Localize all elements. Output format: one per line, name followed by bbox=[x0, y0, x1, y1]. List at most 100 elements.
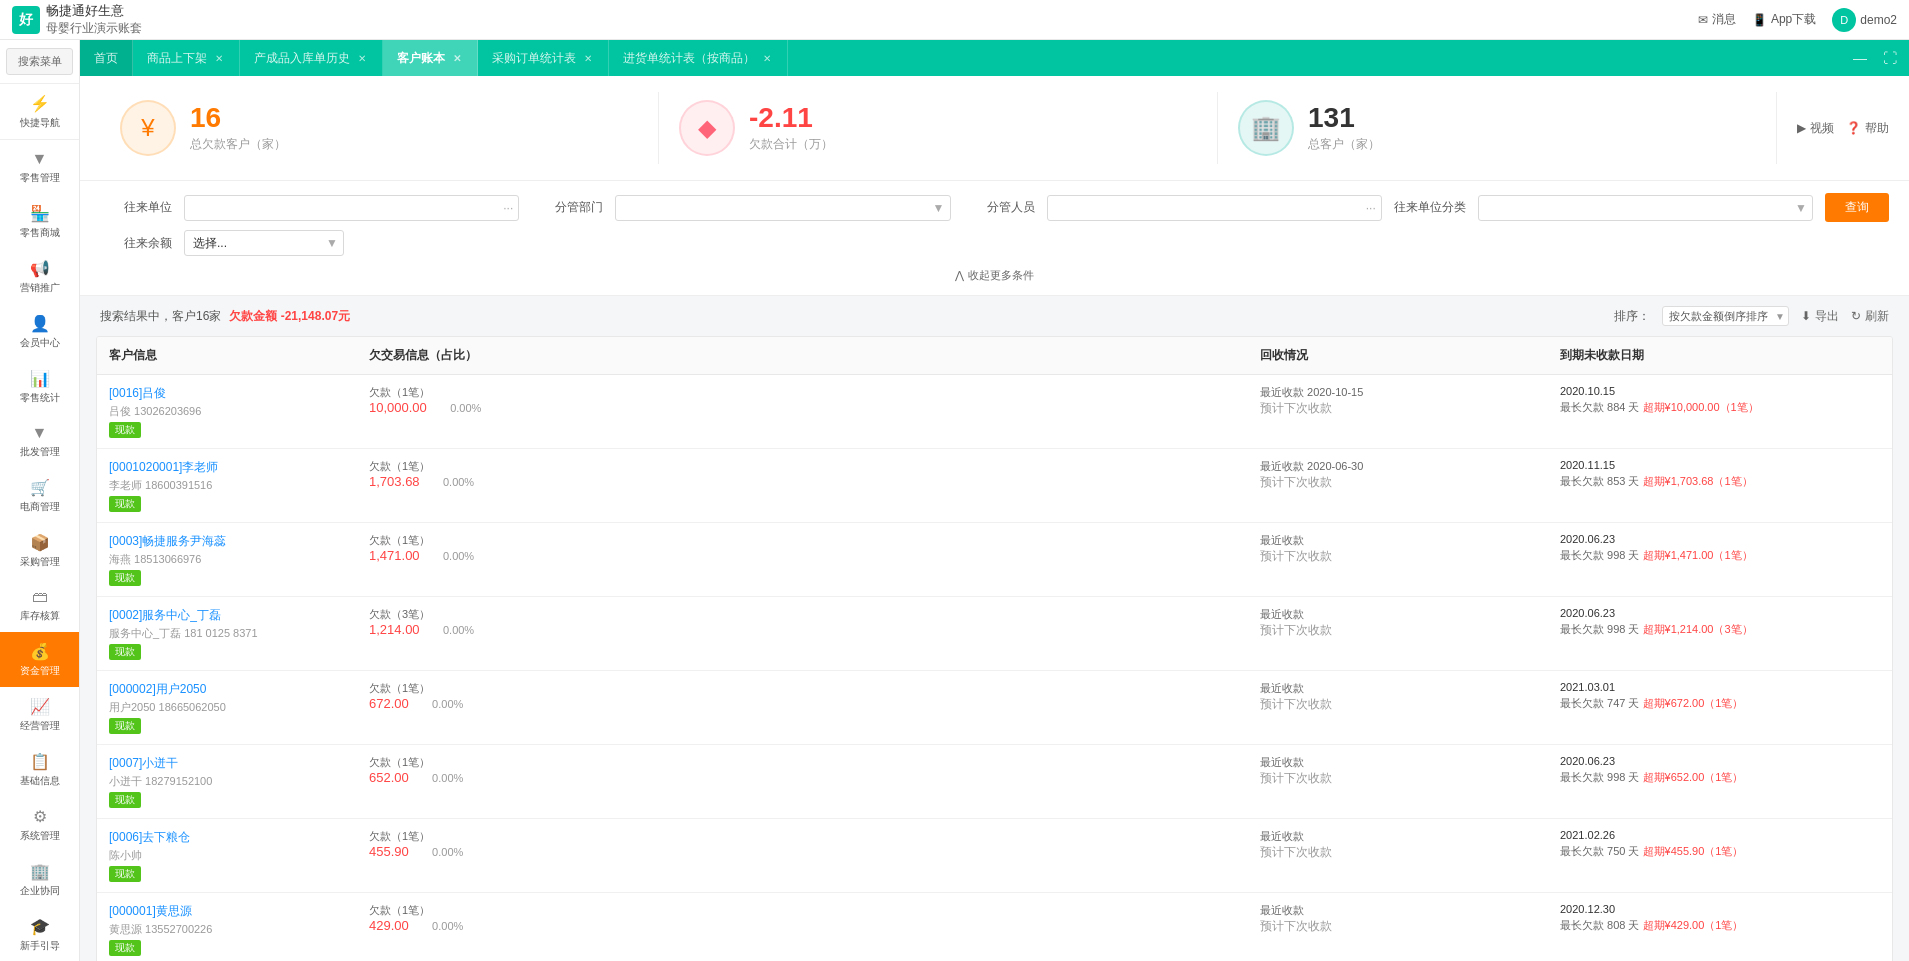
sidebar-item-basic[interactable]: 📋 基础信息 bbox=[0, 742, 79, 797]
filter-balance-label: 往来余额 bbox=[100, 235, 172, 252]
export-btn[interactable]: ⬇ 导出 bbox=[1801, 308, 1839, 325]
member-icon: 👤 bbox=[30, 314, 50, 333]
debt-amount-3[interactable]: 1,214.00 bbox=[369, 622, 420, 637]
refresh-btn[interactable]: ↻ 刷新 bbox=[1851, 308, 1889, 325]
filter-unit-category-label: 往来单位分类 bbox=[1394, 199, 1466, 216]
sidebar-item-purchase[interactable]: 📦 采购管理 bbox=[0, 523, 79, 578]
app-download-btn[interactable]: 📱 App下载 bbox=[1752, 11, 1816, 28]
tab-expand-btn[interactable]: ⛶ bbox=[1879, 46, 1901, 70]
sidebar-label-ops: 经营管理 bbox=[20, 719, 60, 732]
search-menu-btn[interactable]: 搜索菜单 bbox=[6, 48, 73, 75]
overdue-badge-1[interactable]: 超期¥1,703.68（1笔） bbox=[1643, 475, 1753, 487]
stat-item-debt-total: ◆ -2.11 欠款合计（万） bbox=[659, 92, 1218, 164]
video-btn[interactable]: ▶ 视频 bbox=[1797, 120, 1834, 137]
sidebar-item-corp[interactable]: 🏢 企业协同 bbox=[0, 852, 79, 907]
debt-amount-7[interactable]: 429.00 bbox=[369, 918, 409, 933]
overdue-days-3: 最长欠款 998 天 bbox=[1560, 623, 1643, 635]
tab-home[interactable]: 首页 bbox=[80, 40, 133, 76]
sidebar-label-inventory: 库存核算 bbox=[20, 609, 60, 622]
customer-name-7[interactable]: [000001]黄思源 bbox=[109, 903, 369, 920]
sidebar-item-quick-nav[interactable]: ⚡ 快捷导航 bbox=[0, 84, 79, 139]
quick-nav-icon: ⚡ bbox=[30, 94, 50, 113]
help-btn[interactable]: ❓ 帮助 bbox=[1846, 120, 1889, 137]
next-collection-2: 预计下次收款 bbox=[1260, 548, 1560, 565]
tab-stock-stats[interactable]: 进货单统计表（按商品）✕ bbox=[609, 40, 788, 76]
sidebar-item-ecom[interactable]: 🛒 电商管理 bbox=[0, 468, 79, 523]
sidebar-item-inventory[interactable]: 🗃 库存核算 bbox=[0, 578, 79, 632]
overdue-cell-2: 2020.06.23 最长欠款 998 天 超期¥1,471.00（1笔） bbox=[1560, 533, 1880, 563]
tab-label-product-history: 产成品入库单历史 bbox=[254, 50, 350, 67]
sidebar-item-ops[interactable]: 📈 经营管理 bbox=[0, 687, 79, 742]
customer-tag-7: 现款 bbox=[109, 940, 141, 956]
customer-name-1[interactable]: [0001020001]李老师 bbox=[109, 459, 369, 476]
filter-source-unit-input[interactable] bbox=[184, 195, 519, 221]
debt-amount-5[interactable]: 652.00 bbox=[369, 770, 409, 785]
overdue-badge-0[interactable]: 超期¥10,000.00（1笔） bbox=[1643, 401, 1759, 413]
customer-name-2[interactable]: [0003]畅捷服务尹海蕊 bbox=[109, 533, 369, 550]
filter-balance-select[interactable]: 选择... bbox=[184, 230, 344, 256]
top-bar-right: ✉ 消息 📱 App下载 D demo2 bbox=[1698, 8, 1897, 32]
sidebar-item-retail-mgmt[interactable]: ▼ 零售管理 bbox=[0, 140, 79, 194]
logo-text: 畅捷通好生意 bbox=[46, 2, 142, 20]
customer-name-0[interactable]: [0016]吕俊 bbox=[109, 385, 369, 402]
debt-amount-1[interactable]: 1,703.68 bbox=[369, 474, 420, 489]
sidebar-label-member: 会员中心 bbox=[20, 336, 60, 349]
search-button[interactable]: 查询 bbox=[1825, 193, 1889, 222]
customer-tag-5: 现款 bbox=[109, 792, 141, 808]
overdue-badge-3[interactable]: 超期¥1,214.00（3笔） bbox=[1643, 623, 1753, 635]
sort-select[interactable]: 按欠款金额倒序排序 bbox=[1662, 306, 1789, 326]
overdue-badge-6[interactable]: 超期¥455.90（1笔） bbox=[1643, 845, 1744, 857]
retail-mall-icon: 🏪 bbox=[30, 204, 50, 223]
debt-amount-0[interactable]: 10,000.00 bbox=[369, 400, 427, 415]
sidebar-item-retail-mall[interactable]: 🏪 零售商城 bbox=[0, 194, 79, 249]
tab-minimize-btn[interactable]: — bbox=[1849, 46, 1871, 70]
customer-sub-2: 海燕 18513066976 bbox=[109, 552, 369, 567]
overdue-badge-7[interactable]: 超期¥429.00（1笔） bbox=[1643, 919, 1744, 931]
tab-close-product-history[interactable]: ✕ bbox=[356, 51, 368, 66]
overdue-badge-2[interactable]: 超期¥1,471.00（1笔） bbox=[1643, 549, 1753, 561]
next-collection-3: 预计下次收款 bbox=[1260, 622, 1560, 639]
tab-close-customer-account[interactable]: ✕ bbox=[451, 51, 463, 66]
sidebar-item-batch-mgmt[interactable]: ▼ 批发管理 bbox=[0, 414, 79, 468]
sidebar-item-retail-stats[interactable]: 📊 零售统计 bbox=[0, 359, 79, 414]
customer-name-5[interactable]: [0007]小迸干 bbox=[109, 755, 369, 772]
table-container: 客户信息 欠交易信息（占比） 回收情况 到期未收款日期 [0016]吕俊 吕俊 … bbox=[96, 336, 1893, 961]
overdue-badge-4[interactable]: 超期¥672.00（1笔） bbox=[1643, 697, 1744, 709]
sidebar-item-marketing[interactable]: 📢 营销推广 bbox=[0, 249, 79, 304]
tab-close-product-offline[interactable]: ✕ bbox=[213, 51, 225, 66]
tab-purchase-order[interactable]: 采购订单统计表✕ bbox=[478, 40, 609, 76]
tab-product-offline[interactable]: 商品上下架✕ bbox=[133, 40, 240, 76]
user-menu[interactable]: D demo2 bbox=[1832, 8, 1897, 32]
overdue-date-6: 2021.02.26 bbox=[1560, 829, 1880, 841]
debt-pct-0: 0.00% bbox=[450, 402, 481, 414]
filter-unit-category-select[interactable] bbox=[1478, 195, 1813, 221]
tab-close-stock-stats[interactable]: ✕ bbox=[761, 51, 773, 66]
overdue-days-5: 最长欠款 998 天 bbox=[1560, 771, 1643, 783]
debt-amount-6[interactable]: 455.90 bbox=[369, 844, 409, 859]
tab-close-purchase-order[interactable]: ✕ bbox=[582, 51, 594, 66]
debt-cell-3: 欠款（3笔） 1,214.00 0.00% bbox=[369, 607, 1260, 637]
sidebar-item-capital[interactable]: 💰 资金管理 bbox=[0, 632, 79, 687]
sidebar-label-batch-mgmt: 批发管理 bbox=[20, 445, 60, 458]
sidebar-label-corp: 企业协同 bbox=[20, 884, 60, 897]
customer-name-4[interactable]: [000002]用户2050 bbox=[109, 681, 369, 698]
message-btn[interactable]: ✉ 消息 bbox=[1698, 11, 1736, 28]
debt-amount-2[interactable]: 1,471.00 bbox=[369, 548, 420, 563]
customer-name-3[interactable]: [0002]服务中心_丁磊 bbox=[109, 607, 369, 624]
filter-manager-input[interactable] bbox=[1047, 195, 1382, 221]
sidebar-item-newbie[interactable]: 🎓 新手引导 bbox=[0, 907, 79, 961]
collapse-btn[interactable]: ⋀ 收起更多条件 bbox=[955, 268, 1034, 283]
debt-amount-4[interactable]: 672.00 bbox=[369, 696, 409, 711]
customer-sub-7: 黄思源 13552700226 bbox=[109, 922, 369, 937]
customer-tag-4: 现款 bbox=[109, 718, 141, 734]
latest-collection-1: 最近收款 2020-06-30 bbox=[1260, 459, 1560, 474]
sidebar-item-system[interactable]: ⚙ 系统管理 bbox=[0, 797, 79, 852]
tab-customer-account[interactable]: 客户账本✕ bbox=[383, 40, 478, 76]
latest-collection-7: 最近收款 bbox=[1260, 903, 1560, 918]
overdue-badge-5[interactable]: 超期¥652.00（1笔） bbox=[1643, 771, 1744, 783]
overdue-info-4: 最长欠款 747 天 超期¥672.00（1笔） bbox=[1560, 696, 1880, 711]
customer-name-6[interactable]: [0006]去下粮仓 bbox=[109, 829, 369, 846]
filter-dept-select[interactable] bbox=[615, 195, 950, 221]
tab-product-history[interactable]: 产成品入库单历史 ✕ bbox=[240, 40, 383, 76]
sidebar-item-member[interactable]: 👤 会员中心 bbox=[0, 304, 79, 359]
